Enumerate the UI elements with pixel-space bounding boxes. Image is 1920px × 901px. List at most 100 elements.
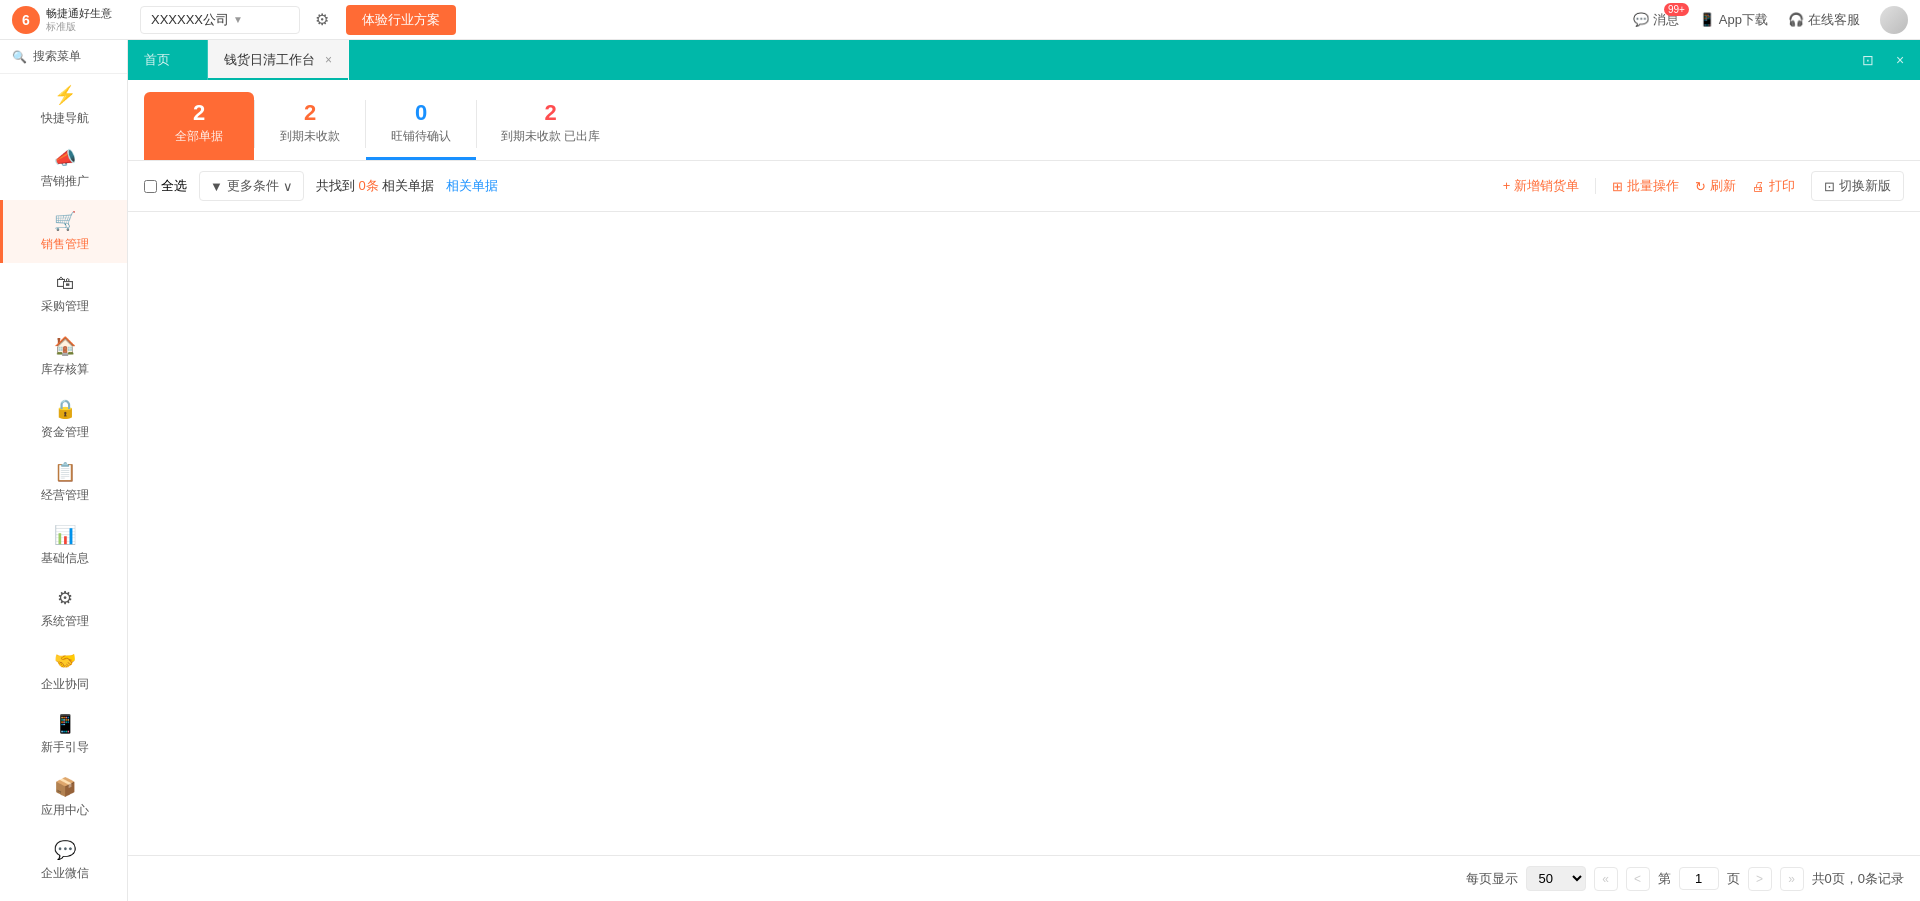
- batch-operation-button[interactable]: ⊞ 批量操作: [1612, 177, 1679, 195]
- marketing-icon: 📣: [54, 147, 76, 169]
- company-selector[interactable]: XXXXXX公司 ▼: [140, 6, 300, 34]
- prev-page-icon: <: [1634, 872, 1641, 886]
- sales-icon: 🛒: [54, 210, 76, 232]
- logo-area: 6 畅捷通好生意 标准版: [12, 6, 140, 34]
- stat-tab-wangpu[interactable]: 0 旺铺待确认: [366, 92, 476, 160]
- sidebar-item-sales[interactable]: 🛒 销售管理: [0, 200, 127, 263]
- next-page-icon: >: [1756, 872, 1763, 886]
- purchase-icon: 🛍: [56, 273, 74, 294]
- batch-icon: ⊞: [1612, 179, 1623, 194]
- refresh-icon: ↻: [1695, 179, 1706, 194]
- new-sale-button[interactable]: + 新增销货单: [1503, 177, 1579, 195]
- sidebar-item-label: 资金管理: [41, 424, 89, 441]
- due-unpaid-count: 2: [304, 100, 316, 126]
- sidebar-item-member[interactable]: 👑 畅会员: [0, 892, 127, 901]
- sidebar-item-label: 应用中心: [41, 802, 89, 819]
- base-info-icon: 📊: [54, 524, 76, 546]
- chevron-down-icon: ▼: [233, 14, 243, 25]
- sidebar-item-finance[interactable]: 🔒 资金管理: [0, 388, 127, 451]
- page-size-select[interactable]: 50 10 20 100: [1526, 866, 1586, 891]
- prev-page-button[interactable]: <: [1626, 867, 1650, 891]
- current-page-input[interactable]: [1679, 867, 1719, 890]
- search-menu-label: 搜索菜单: [33, 48, 81, 65]
- switch-icon: ⊡: [1824, 179, 1835, 194]
- tab-workbench[interactable]: 钱货日清工作台 ×: [208, 40, 349, 80]
- sidebar-item-label: 采购管理: [41, 298, 89, 315]
- stat-tab-due-unpaid[interactable]: 2 到期未收款: [255, 92, 365, 160]
- last-page-icon: »: [1788, 872, 1795, 886]
- sidebar-item-label: 企业协同: [41, 676, 89, 693]
- sidebar-item-quick-nav[interactable]: ⚡ 快捷导航: [0, 74, 127, 137]
- workbench-tab-label: 钱货日清工作台: [224, 51, 315, 69]
- app-download-button[interactable]: 📱 App下载: [1699, 11, 1768, 29]
- tab-bar-actions: ⊡ ×: [1848, 40, 1920, 80]
- sidebar-item-inventory[interactable]: 🏠 库存核算: [0, 325, 127, 388]
- wangpu-count: 0: [415, 100, 427, 126]
- print-button[interactable]: 🖨 打印: [1752, 177, 1795, 195]
- stats-tabs: 2 全部单据 2 到期未收款 0 旺铺待确认 2 到期未收款 已出库: [128, 80, 1920, 161]
- sidebar-item-enterprise[interactable]: 🤝 企业协同: [0, 640, 127, 703]
- close-window-button[interactable]: ×: [1888, 48, 1912, 72]
- first-page-icon: «: [1602, 872, 1609, 886]
- all-count: 2: [193, 100, 205, 126]
- avatar[interactable]: [1880, 6, 1908, 34]
- stat-tab-all[interactable]: 2 全部单据: [144, 92, 254, 160]
- stat-tab-due-unshipped[interactable]: 2 到期未收款 已出库: [477, 92, 624, 160]
- inventory-icon: 🏠: [54, 335, 76, 357]
- message-icon: 💬: [1633, 12, 1649, 27]
- sidebar-item-marketing[interactable]: 📣 营销推广: [0, 137, 127, 200]
- due-unshipped-label: 到期未收款 已出库: [501, 128, 600, 145]
- message-button[interactable]: 💬 消息 99+: [1633, 11, 1679, 29]
- next-page-button[interactable]: >: [1748, 867, 1772, 891]
- refresh-button[interactable]: ↻ 刷新: [1695, 177, 1736, 195]
- total-label: 共0页，0条记录: [1812, 870, 1904, 888]
- top-header: 6 畅捷通好生意 标准版 XXXXXX公司 ▼ ⚙ 体验行业方案 💬 消息 99…: [0, 0, 1920, 40]
- header-right: 💬 消息 99+ 📱 App下载 🎧 在线客服: [1633, 6, 1908, 34]
- app-title: 畅捷通好生意 标准版: [46, 6, 112, 33]
- due-unshipped-count: 2: [545, 100, 557, 126]
- sidebar-item-label: 基础信息: [41, 550, 89, 567]
- sidebar: 🔍 搜索菜单 ⚡ 快捷导航 📣 营销推广 🛒 销售管理 🛍 采购管理 🏠 库存核…: [0, 40, 128, 901]
- page-suffix: 页: [1727, 870, 1740, 888]
- message-badge: 99+: [1664, 3, 1689, 16]
- sidebar-item-guide[interactable]: 📱 新手引导: [0, 703, 127, 766]
- close-tab-icon[interactable]: ×: [325, 53, 332, 67]
- sidebar-item-purchase[interactable]: 🛍 采购管理: [0, 263, 127, 325]
- company-name: XXXXXX公司: [151, 11, 229, 29]
- online-service-button[interactable]: 🎧 在线客服: [1788, 11, 1860, 29]
- enterprise-icon: 🤝: [54, 650, 76, 672]
- sidebar-item-operation[interactable]: 📋 经营管理: [0, 451, 127, 514]
- switch-version-button[interactable]: ⊡ 切换新版: [1811, 171, 1904, 201]
- filter-button[interactable]: ▼ 更多条件 ∨: [199, 171, 304, 201]
- app-logo-icon: 6: [12, 6, 40, 34]
- page-content: 2 全部单据 2 到期未收款 0 旺铺待确认 2 到期未收款 已出库: [128, 80, 1920, 901]
- related-records-link[interactable]: 相关单据: [446, 177, 498, 195]
- select-all-input[interactable]: [144, 180, 157, 193]
- sidebar-item-label: 销售管理: [41, 236, 89, 253]
- sidebar-item-label: 经营管理: [41, 487, 89, 504]
- quick-nav-icon: ⚡: [54, 84, 76, 106]
- trial-plan-button[interactable]: 体验行业方案: [346, 5, 456, 35]
- last-page-button[interactable]: »: [1780, 867, 1804, 891]
- restore-window-button[interactable]: ⊡: [1856, 48, 1880, 72]
- page-label: 第: [1658, 870, 1671, 888]
- tab-bar: 首页 钱货日清工作台 × ⊡ ×: [128, 40, 1920, 80]
- sidebar-item-wechat[interactable]: 💬 企业微信: [0, 829, 127, 892]
- all-label: 全部单据: [175, 128, 223, 145]
- first-page-button[interactable]: «: [1594, 867, 1618, 891]
- sidebar-item-app-center[interactable]: 📦 应用中心: [0, 766, 127, 829]
- settings-button[interactable]: ⚙: [308, 6, 336, 34]
- system-icon: ⚙: [57, 587, 73, 609]
- pagination-bar: 每页显示 50 10 20 100 « < 第 页 >: [128, 855, 1920, 901]
- home-tab-label: 首页: [144, 51, 170, 69]
- finance-icon: 🔒: [54, 398, 76, 420]
- tab-home[interactable]: 首页: [128, 40, 208, 80]
- search-menu-item[interactable]: 🔍 搜索菜单: [0, 40, 127, 74]
- due-unpaid-label: 到期未收款: [280, 128, 340, 145]
- operation-icon: 📋: [54, 461, 76, 483]
- select-all-checkbox[interactable]: 全选: [144, 177, 187, 195]
- sidebar-item-system[interactable]: ⚙ 系统管理: [0, 577, 127, 640]
- sidebar-item-label: 新手引导: [41, 739, 89, 756]
- sidebar-item-label: 库存核算: [41, 361, 89, 378]
- sidebar-item-base-info[interactable]: 📊 基础信息: [0, 514, 127, 577]
